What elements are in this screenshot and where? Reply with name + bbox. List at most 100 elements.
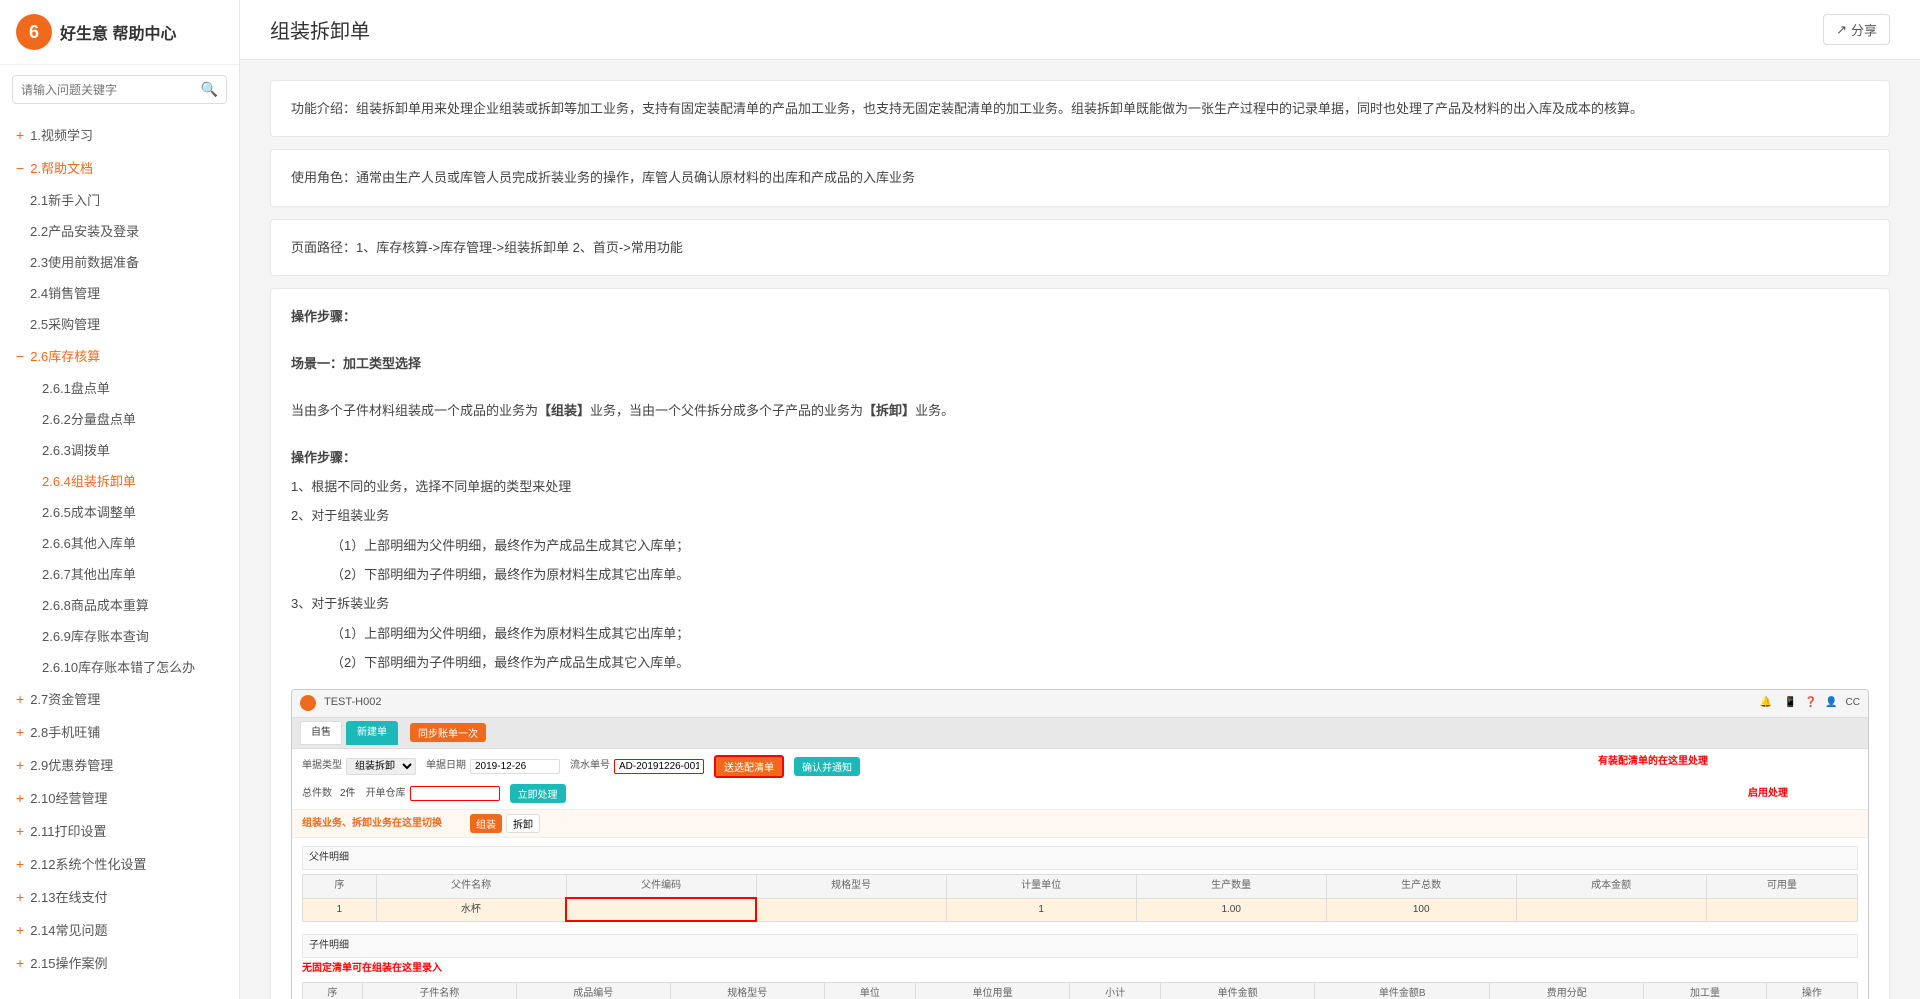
sidebar-item-inbound[interactable]: 2.6.6其他入库单 [0,527,239,558]
type-select[interactable]: 组装拆卸 [346,758,416,775]
sidebar-item-coupon[interactable]: + 2.9优惠券管理 [0,748,239,781]
role-text: 使用角色：通常由生产人员或库管人员完成折装业务的操作，库管人员确认原材料的出库和… [291,166,1869,189]
annotation2: 组装业务、拆卸业务在这里切换 [302,815,442,833]
plus-icon7: + [16,856,24,872]
sidebar-item-inventory[interactable]: 2.6.1盘点单 [0,372,239,403]
form-area: 单据类型 组装拆卸 单据日期 流水单号 [292,749,1868,810]
parent-code-cell [566,898,756,921]
sidebar-item-adjust[interactable]: 2.6.3调拨单 [0,434,239,465]
apply-btn[interactable]: 立即处理 [510,784,566,803]
intro-block: 功能介绍：组装拆卸单用来处理企业组装或拆卸等加工业务，支持有固定装配清单的产品加… [270,80,1890,137]
search-icon[interactable]: 🔍 [201,81,218,98]
sidebar-item-sales[interactable]: 2.4销售管理 [0,277,239,308]
sidebar-item-system[interactable]: + 2.12系统个性化设置 [0,847,239,880]
sidebar-item-cost[interactable]: 2.6.5成本调整单 [0,496,239,527]
plus-icon8: + [16,889,24,905]
no-input[interactable] [614,759,704,774]
qty-field: 总件数 2件 [302,785,356,803]
nav-section: + 1.视频学习 − 2.帮助文档 2.1新手入门 2.2产品安装及登录 2.3… [0,114,239,983]
app-icon: 📱 [1784,694,1796,712]
step3-2: （2）下部明细为子件明细，最终作为产成品生成其它入库单。 [291,651,1869,674]
th-spec: 规格型号 [756,875,946,899]
qty-value: 2件 [340,785,356,803]
sidebar-item-stock[interactable]: 2.6.9库存账本查询 [0,620,239,651]
mock-logo [300,695,316,711]
lower-table-header: 子件明细 [302,934,1858,958]
confirm-btn[interactable]: 确认并通知 [794,757,860,776]
intro-text: 功能介绍：组装拆卸单用来处理企业组装或拆卸等加工业务，支持有固定装配清单的产品加… [291,97,1869,120]
th-op: 操作 [1766,983,1857,999]
date-input[interactable] [470,759,560,774]
sidebar-item-video[interactable]: + 1.视频学习 [0,118,239,151]
sidebar-item-error[interactable]: 2.6.10库存账本错了怎么办 [0,651,239,682]
assembly-btn[interactable]: 送选配清单 [714,755,784,778]
mock-topbar: TEST-H002 🔔 📱 ❓ 👤 CC [292,690,1868,718]
sidebar-item-finance[interactable]: + 2.7资金管理 [0,682,239,715]
sidebar-item-faq[interactable]: + 2.14常见问题 [0,913,239,946]
search-input[interactable] [21,83,201,97]
sidebar-item-cost2[interactable]: 2.6.8商品成本重算 [0,589,239,620]
path-block: 页面路径：1、库存核算->库存管理->组装拆卸单 2、首页->常用功能 [270,219,1890,276]
sidebar-item-data[interactable]: 2.3使用前数据准备 [0,246,239,277]
th-parent-code: 父件编码 [566,875,756,899]
th-total-qty: 生产总数 [1326,875,1516,899]
th-subtotal: 小计 [1070,983,1161,999]
role-block: 使用角色：通常由生产人员或库管人员完成折装业务的操作，库管人员确认原材料的出库和… [270,149,1890,206]
step1: 1、根据不同的业务，选择不同单据的类型来处理 [291,475,1869,498]
sidebar-item-cases[interactable]: + 2.15操作案例 [0,946,239,979]
upper-table-area: 父件明细 序 父件名称 父件编码 规格型号 计量单位 生产数量 [292,838,1868,926]
plus-icon5: + [16,790,24,806]
type-toggle-row: 组装业务、拆卸业务在这里切换 组装 拆卸 [292,810,1868,838]
plus-icon: + [16,127,24,143]
app-name: 好生意 帮助中心 [60,20,176,44]
plus-icon4: + [16,757,24,773]
plus-icon9: + [16,922,24,938]
sidebar-item-new[interactable]: 2.1新手入门 [0,184,239,215]
th-unit-amountB: 单件金额B [1315,983,1490,999]
type-field: 单据类型 组装拆卸 [302,757,416,775]
th-child-name: 子件名称 [362,983,516,999]
tab-sale[interactable]: 自售 [300,721,342,745]
th-process-qty: 加工量 [1644,983,1767,999]
tabs-row: 自售 新建单 同步账单一次 [292,718,1868,749]
annotation4: 无固定清单可在组装在这里录入 [302,960,1858,978]
sidebar-item-payment[interactable]: + 2.13在线支付 [0,880,239,913]
th-unit2: 单位 [824,983,915,999]
main-area: 组装拆卸单 ↗ 分享 功能介绍：组装拆卸单用来处理企业组装或拆卸等加工业务，支持… [240,0,1920,999]
form-row2: 总件数 2件 开单仓库 立即处理 [302,784,1858,803]
sync-btn[interactable]: 同步账单一次 [410,723,486,742]
sidebar-item-assembly[interactable]: 2.6.4组装拆卸单 [0,465,239,496]
test-id: TEST-H002 [324,693,381,713]
company-input[interactable] [410,786,500,801]
share-button[interactable]: ↗ 分享 [1823,14,1890,45]
th-unit: 计量单位 [946,875,1136,899]
sidebar-item-warehouse[interactable]: − 2.6库存核算 [0,339,239,372]
cc-label: CC [1846,694,1860,712]
content-area: 功能介绍：组装拆卸单用来处理企业组装或拆卸等加工业务，支持有固定装配清单的产品加… [240,60,1920,999]
path-text: 页面路径：1、库存核算->库存管理->组装拆卸单 2、首页->常用功能 [291,236,1869,259]
th-seq1: 序 [303,875,377,899]
sidebar-item-mobile[interactable]: + 2.8手机旺铺 [0,715,239,748]
minus-icon: − [16,160,24,176]
scenario1-title: 场景一：加工类型选择 [291,352,1869,375]
screenshot-container: TEST-H002 🔔 📱 ❓ 👤 CC 自售 [291,689,1869,999]
th-unit-amount: 单件金额 [1161,983,1315,999]
user-icon: 👤 [1825,694,1837,712]
upper-table-header: 父件明细 [302,846,1858,870]
scenario1-desc: 当由多个子件材料组装成一个成品的业务为【组装】业务，当由一个父件拆分成多个子产品… [291,399,1869,422]
disassemble-toggle[interactable]: 拆卸 [506,814,540,833]
sidebar-item-partial[interactable]: 2.6.2分量盘点单 [0,403,239,434]
plus-icon6: + [16,823,24,839]
sidebar-item-operation[interactable]: + 2.10经营管理 [0,781,239,814]
assemble-toggle[interactable]: 组装 [470,814,502,833]
sidebar-item-install[interactable]: 2.2产品安装及登录 [0,215,239,246]
tab-neworder[interactable]: 新建单 [346,721,398,745]
search-box[interactable]: 🔍 [12,75,227,104]
sidebar-header: 6 好生意 帮助中心 [0,0,239,65]
upper-table: 序 父件名称 父件编码 规格型号 计量单位 生产数量 生产总数 成本金额 可用量 [302,874,1858,922]
sidebar-item-docs[interactable]: − 2.帮助文档 [0,151,239,184]
sidebar-item-outbound[interactable]: 2.6.7其他出库单 [0,558,239,589]
sidebar-item-purchase[interactable]: 2.5采购管理 [0,308,239,339]
sidebar-item-print[interactable]: + 2.11打印设置 [0,814,239,847]
steps-title: 操作步骤： [291,446,1869,469]
